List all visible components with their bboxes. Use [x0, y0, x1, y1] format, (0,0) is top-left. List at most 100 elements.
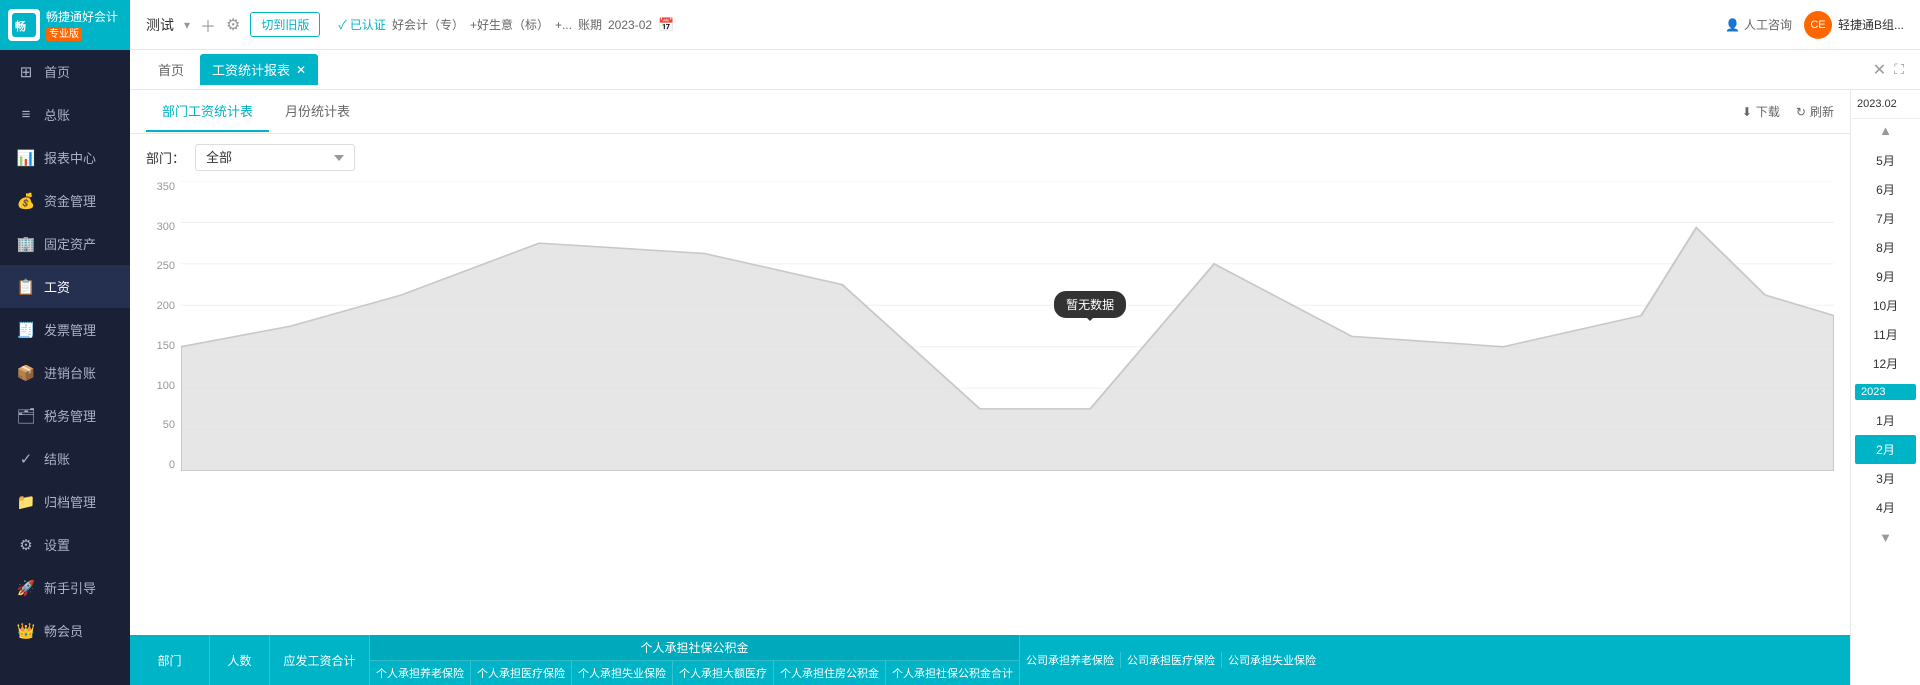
download-button[interactable]: ⬇ 下载 [1742, 103, 1780, 120]
refresh-button[interactable]: ↻ 刷新 [1796, 103, 1834, 120]
month-12[interactable]: 12月 [1851, 349, 1920, 378]
sidebar-item-reports[interactable]: 📊 报表中心 [0, 136, 130, 179]
subtab-monthly[interactable]: 月份统计表 [269, 91, 366, 132]
main-panel: 部门工资统计表 月份统计表 ⬇ 下载 ↻ 刷新 [130, 90, 1850, 685]
sidebar-item-label: 设置 [44, 535, 70, 554]
subtab-dept-label: 部门工资统计表 [162, 104, 253, 119]
sidebar-item-invoice[interactable]: 🧾 发票管理 [0, 308, 130, 351]
member-icon: 👑 [16, 622, 36, 640]
month-9[interactable]: 9月 [1851, 262, 1920, 291]
sidebar-item-assets[interactable]: 🏢 固定资产 [0, 222, 130, 265]
yaxis-label-200: 200 [157, 300, 175, 312]
sidebar-item-home[interactable]: ⊞ 首页 [0, 50, 130, 93]
filter-label: 部门： [146, 148, 185, 167]
month-6[interactable]: 6月 [1851, 175, 1920, 204]
panel-expand-button[interactable]: ⛶ [1894, 61, 1904, 78]
tab-salary-label: 工资统计报表 [212, 60, 290, 79]
chart-area: 350 300 250 200 150 100 50 0 [130, 181, 1850, 635]
topbar-badges: ✓ 已认证 好会计（专） +好生意（标） +... 账期 2023-02 📅 [338, 16, 674, 33]
month-2023-4[interactable]: 4月 [1851, 493, 1920, 522]
sidebar-item-label: 归档管理 [44, 492, 96, 511]
content-area: 部门工资统计表 月份统计表 ⬇ 下载 ↻ 刷新 [130, 90, 1920, 685]
topbar-right: 👤 人工咨询 CE 轻捷通B组... [1725, 11, 1904, 39]
sidebar-item-settings[interactable]: ⚙ 设置 [0, 523, 130, 566]
prev-year-section: 5月 6月 7月 8月 9月 10月 11月 12月 [1851, 142, 1920, 382]
col-dept: 部门 [130, 635, 210, 685]
topbar-settings-button[interactable]: ⚙ [226, 15, 240, 35]
tab-salary-report[interactable]: 工资统计报表 ✕ [200, 54, 318, 85]
tab-home-label: 首页 [158, 63, 184, 78]
date-input-row [1851, 90, 1920, 119]
topbar-add-button[interactable]: ＋ [200, 13, 216, 37]
month-2023-1[interactable]: 1月 [1851, 406, 1920, 435]
date-nav-down-button[interactable]: ▼ [1851, 526, 1920, 549]
home-icon: ⊞ [16, 63, 36, 81]
sidebar-item-salary[interactable]: 📋 工资 [0, 265, 130, 308]
help-button[interactable]: 👤 人工咨询 [1725, 16, 1792, 33]
chart-container: 350 300 250 200 150 100 50 0 [146, 181, 1834, 501]
assets-icon: 🏢 [16, 235, 36, 253]
date-input[interactable] [1857, 98, 1907, 110]
month-2023-2[interactable]: 2月 [1855, 435, 1916, 464]
topbar-dropdown-arrow[interactable]: ▾ [184, 18, 190, 32]
col-company-unemployment: 公司承担失业保险 [1222, 652, 1322, 668]
main-area: 测试 ▾ ＋ ⚙ 切到旧版 ✓ 已认证 好会计（专） +好生意（标） +... … [130, 0, 1920, 685]
sidebar-item-label: 畅会员 [44, 621, 83, 640]
panel-close-button[interactable]: ✕ [1873, 60, 1886, 80]
tab-close-button[interactable]: ✕ [296, 63, 306, 77]
help-icon: 👤 [1725, 18, 1740, 32]
month-10[interactable]: 10月 [1851, 291, 1920, 320]
user-avatar: CE [1804, 11, 1832, 39]
date-nav-up-button[interactable]: ▲ [1851, 119, 1920, 142]
sidebar-item-label: 首页 [44, 62, 70, 81]
month-8[interactable]: 8月 [1851, 233, 1920, 262]
tabbar: 首页 工资统计报表 ✕ ✕ ⛶ [130, 50, 1920, 90]
calendar-icon[interactable]: 📅 [658, 17, 674, 33]
col-salary-total: 应发工资合计 [270, 635, 370, 685]
month-11[interactable]: 11月 [1851, 320, 1920, 349]
period-label: 账期 [578, 16, 602, 33]
col-personal-housing-fund: 个人承担住房公积金 [774, 661, 886, 685]
sidebar-item-tax[interactable]: 🗂 税务管理 [0, 394, 130, 437]
filter-bar: 部门： 全部 销售部 财务部 人事部 技术部 [130, 134, 1850, 181]
tax-icon: 🗂 [16, 407, 36, 425]
refresh-label: 刷新 [1810, 103, 1834, 120]
purchase-icon: 📦 [16, 364, 36, 382]
sidebar-item-purchase[interactable]: 📦 进销台账 [0, 351, 130, 394]
sidebar-item-ledger[interactable]: ≡ 总账 [0, 93, 130, 136]
subtabs: 部门工资统计表 月份统计表 [146, 91, 366, 132]
chart-yaxis: 350 300 250 200 150 100 50 0 [146, 181, 181, 471]
sidebar-item-member[interactable]: 👑 畅会员 [0, 609, 130, 652]
user-button[interactable]: CE 轻捷通B组... [1804, 11, 1904, 39]
sidebar-item-label: 发票管理 [44, 320, 96, 339]
sidebar-item-label: 新手引导 [44, 578, 96, 597]
month-2023-3[interactable]: 3月 [1851, 464, 1920, 493]
help-label: 人工咨询 [1744, 16, 1792, 33]
sidebar-item-settle[interactable]: ✓ 结账 [0, 437, 130, 480]
col-personal-pension: 个人承担养老保险 [370, 661, 471, 685]
col-group-personal: 个人承担社保公积金 个人承担养老保险 个人承担医疗保险 个人承担失业保险 个人承… [370, 635, 1020, 685]
funds-icon: 💰 [16, 192, 36, 210]
subtab-dept[interactable]: 部门工资统计表 [146, 91, 269, 132]
tab-home[interactable]: 首页 [146, 54, 196, 85]
badge-more: +... [555, 18, 572, 32]
sidebar: 畅 畅捷通好会计 专业版 ⊞ 首页 ≡ 总账 📊 报表中心 💰 资金管理 🏢 固… [0, 0, 130, 685]
department-select[interactable]: 全部 销售部 财务部 人事部 技术部 [195, 144, 355, 171]
sidebar-item-archive[interactable]: 📁 归档管理 [0, 480, 130, 523]
download-icon: ⬇ [1742, 105, 1752, 119]
reports-icon: 📊 [16, 149, 36, 167]
certified-badge: ✓ 已认证 [338, 16, 386, 33]
month-7[interactable]: 7月 [1851, 204, 1920, 233]
month-5[interactable]: 5月 [1851, 146, 1920, 175]
switch-version-button[interactable]: 切到旧版 [250, 12, 320, 37]
group-personal-subs: 个人承担养老保险 个人承担医疗保险 个人承担失业保险 个人承担大额医疗 个人承担… [370, 661, 1019, 685]
sidebar-item-newbie[interactable]: 🚀 新手引导 [0, 566, 130, 609]
col-company-pension: 公司承担养老保险 [1020, 652, 1121, 668]
badge-good-accounting: 好会计（专） [392, 16, 464, 33]
chart-inner: 暂无数据 [181, 181, 1834, 471]
sidebar-item-label: 进销台账 [44, 363, 96, 382]
chart-svg [181, 181, 1834, 471]
ledger-icon: ≡ [16, 106, 36, 123]
yaxis-label-150: 150 [157, 340, 175, 352]
sidebar-item-funds[interactable]: 💰 资金管理 [0, 179, 130, 222]
